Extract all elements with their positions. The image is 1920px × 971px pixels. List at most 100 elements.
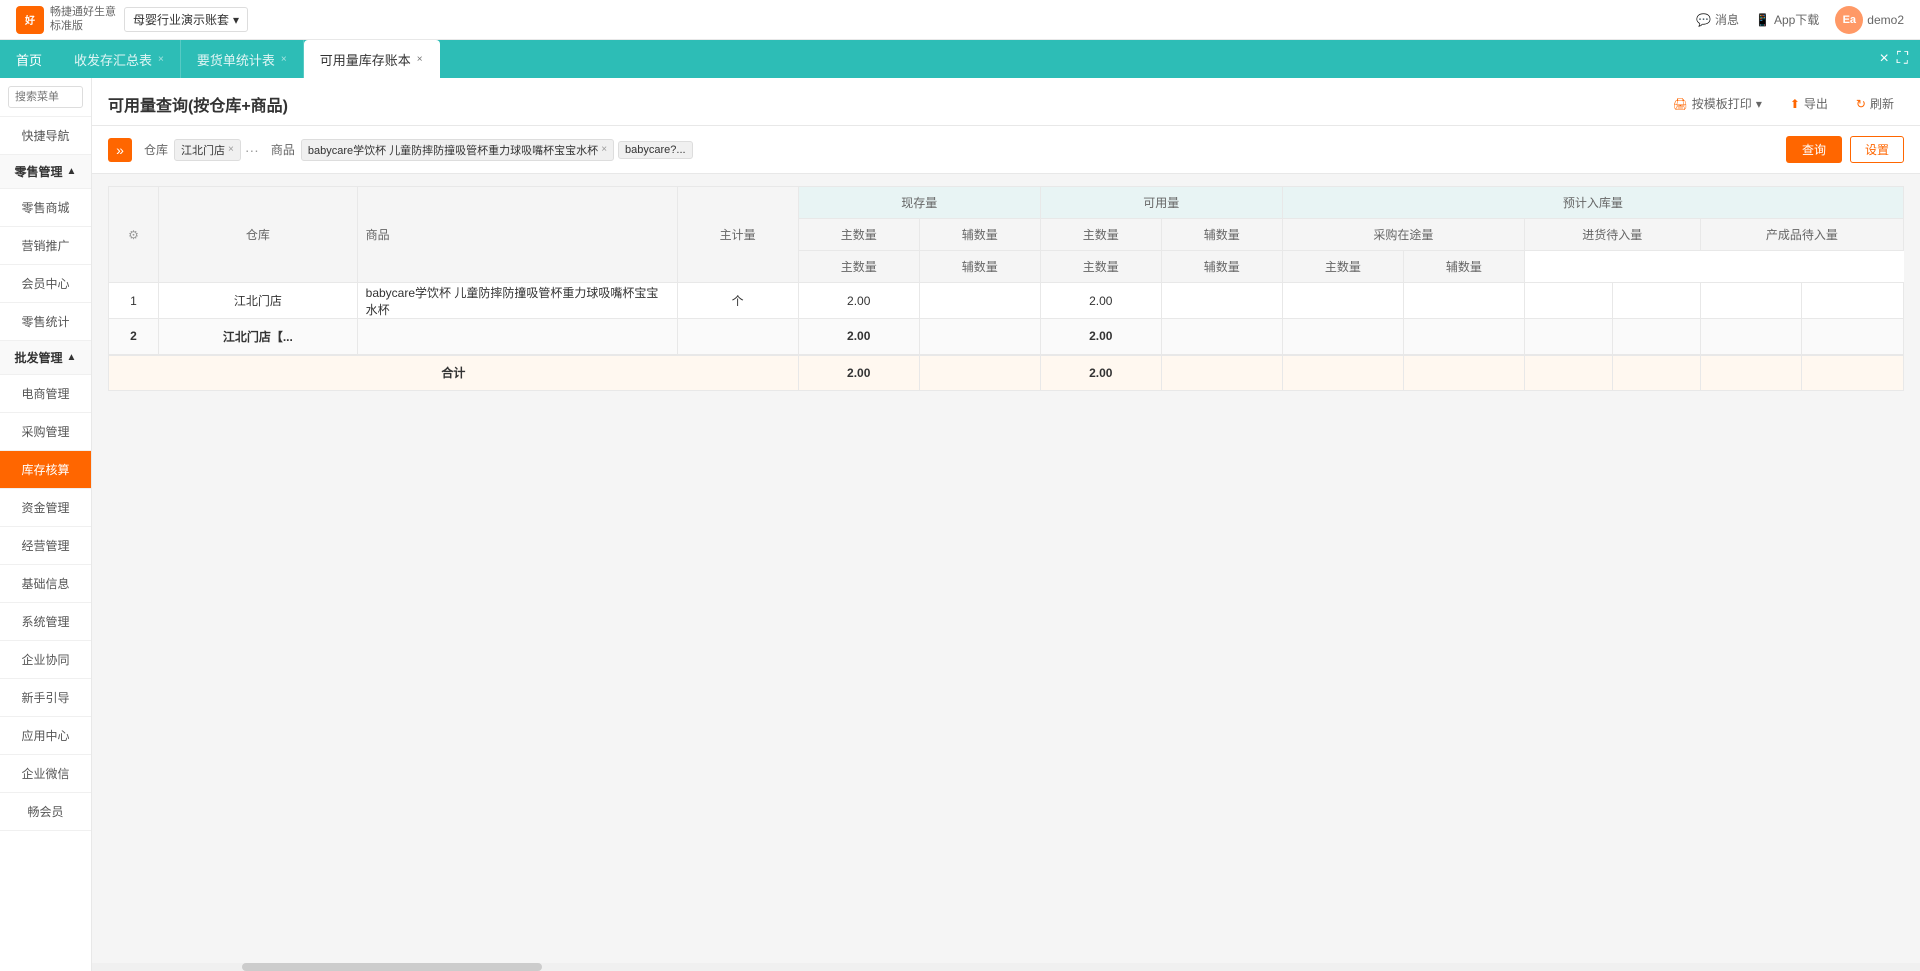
col-header-settings[interactable]: ⚙ (109, 187, 159, 283)
cell-stock-main: 2.00 (798, 319, 919, 355)
close-window-button[interactable]: × (1879, 50, 1888, 68)
cell-goods-in-aux (1612, 283, 1700, 319)
close-tab-summary[interactable]: × (158, 54, 164, 65)
cell-goods-in-aux (1612, 319, 1700, 355)
expand-filter-button[interactable]: » (108, 138, 132, 162)
footer-label: 合计 (109, 355, 799, 391)
scrollbar-thumb[interactable] (242, 963, 542, 971)
query-button[interactable]: 查询 (1786, 136, 1842, 163)
message-icon: 💬 (1696, 13, 1711, 27)
close-tab-order-stats[interactable]: × (281, 54, 287, 65)
col-header-unit: 主计量 (677, 187, 798, 283)
print-icon: 🖨 (1673, 97, 1688, 111)
footer-goods-in-aux (1612, 355, 1700, 391)
table-row: 1 江北门店 babycare学饮杯 儿童防摔防撞吸管杯重力球吸嘴杯宝宝水杯 个… (109, 283, 1904, 319)
logo-text: 畅捷通好生意 标准版 (50, 6, 116, 32)
arrow-icon: ▲ (67, 166, 77, 177)
cell-product (357, 319, 677, 355)
top-bar: 好 畅捷通好生意 标准版 母婴行业演示账套 ▾ 💬 消息 📱 App下载 Ea … (0, 0, 1920, 40)
cell-purchase-transit-aux (1403, 283, 1524, 319)
sidebar-item-app-center[interactable]: 应用中心 (0, 717, 91, 755)
product-filter-group: 商品 babycare学饮杯 儿童防摔防撞吸管杯重力球吸嘴杯宝宝水杯 × bab… (271, 139, 693, 161)
cell-warehouse: 江北门店 (159, 283, 358, 319)
sidebar-item-member[interactable]: 会员中心 (0, 265, 91, 303)
nav-right-actions: × ⛶ (1879, 50, 1920, 68)
tab-available-stock[interactable]: 可用量库存账本 × (304, 40, 440, 78)
horizontal-scrollbar[interactable] (92, 963, 1920, 971)
sidebar: 快捷导航 零售管理 ▲ 零售商城 营销推广 会员中心 零售统计 批发管理 ▲ 电… (0, 78, 92, 971)
arrow-icon2: ▲ (67, 352, 77, 363)
product-tag-babycare2[interactable]: babycare?... (618, 141, 693, 159)
sidebar-item-wholesale-mgmt[interactable]: 批发管理 ▲ (0, 341, 91, 375)
remove-product-tag[interactable]: × (601, 144, 607, 155)
sidebar-item-basic-info[interactable]: 基础信息 (0, 565, 91, 603)
footer-produced-main (1700, 355, 1802, 391)
warehouse-filter-group: 仓库 江北门店 × ··· (144, 139, 259, 161)
sidebar-item-retail-shop[interactable]: 零售商城 (0, 189, 91, 227)
col-group-produced: 产成品待入量 (1700, 219, 1903, 251)
chevron-down-icon2: ▾ (1756, 97, 1762, 111)
refresh-icon: ↻ (1856, 97, 1866, 111)
cell-purchase-transit-main (1282, 319, 1403, 355)
search-input[interactable] (8, 86, 83, 108)
footer-stock-main: 2.00 (798, 355, 919, 391)
col-stock-main: 主数量 (798, 219, 919, 251)
refresh-button[interactable]: ↻ 刷新 (1846, 90, 1904, 117)
cell-purchase-transit-aux (1403, 319, 1524, 355)
cell-goods-in-main (1524, 319, 1612, 355)
sidebar-item-purchase[interactable]: 采购管理 (0, 413, 91, 451)
sidebar-item-finance[interactable]: 资金管理 (0, 489, 91, 527)
message-button[interactable]: 💬 消息 (1696, 11, 1739, 28)
col-produced-aux: 辅数量 (1403, 251, 1524, 283)
col-group-planned: 预计入库量 (1282, 187, 1903, 219)
footer-available-aux (1161, 355, 1282, 391)
tab-home[interactable]: 首页 (0, 40, 58, 78)
sidebar-search-container (0, 78, 91, 117)
export-button[interactable]: ⬆ 导出 (1780, 90, 1838, 117)
col-group-stock: 现存量 (798, 187, 1040, 219)
footer-produced-aux (1802, 355, 1904, 391)
sidebar-item-enterprise-wechat[interactable]: 企业微信 (0, 755, 91, 793)
col-group-goods-in: 进货待入量 (1524, 219, 1700, 251)
top-bar-right: 💬 消息 📱 App下载 Ea demo2 (1696, 6, 1904, 34)
print-button[interactable]: 🖨 按模板打印 ▾ (1663, 90, 1772, 117)
sidebar-item-quick-nav[interactable]: 快捷导航 (0, 117, 91, 155)
tab-summary[interactable]: 收发存汇总表 × (58, 40, 181, 78)
warehouse-tag-jiangbei[interactable]: 江北门店 × (174, 139, 241, 161)
sidebar-item-ecommerce[interactable]: 电商管理 (0, 375, 91, 413)
product-tag-babycare[interactable]: babycare学饮杯 儿童防摔防撞吸管杯重力球吸嘴杯宝宝水杯 × (301, 139, 614, 161)
col-stock-aux: 辅数量 (919, 219, 1040, 251)
top-bar-left: 好 畅捷通好生意 标准版 母婴行业演示账套 ▾ (16, 6, 248, 34)
footer-available-main: 2.00 (1040, 355, 1161, 391)
footer-stock-aux (919, 355, 1040, 391)
account-selector[interactable]: 母婴行业演示账套 ▾ (124, 7, 248, 32)
cell-no: 1 (109, 283, 159, 319)
col-goods-in-aux: 辅数量 (1161, 251, 1282, 283)
sidebar-item-marketing[interactable]: 营销推广 (0, 227, 91, 265)
sidebar-item-system[interactable]: 系统管理 (0, 603, 91, 641)
cell-stock-aux (919, 283, 1040, 319)
fullscreen-button[interactable]: ⛶ (1897, 50, 1908, 68)
col-group-purchase-transit: 采购在途量 (1282, 219, 1524, 251)
sidebar-item-inventory[interactable]: 库存核算 (0, 451, 91, 489)
sidebar-item-operations[interactable]: 经营管理 (0, 527, 91, 565)
settings-button[interactable]: 设置 (1850, 136, 1904, 163)
sidebar-item-new-guide[interactable]: 新手引导 (0, 679, 91, 717)
cell-unit: 个 (677, 283, 798, 319)
warehouse-filter-more[interactable]: ··· (245, 142, 259, 158)
user-profile[interactable]: Ea demo2 (1835, 6, 1904, 34)
tab-order-stats[interactable]: 要货单统计表 × (181, 40, 304, 78)
col-available-main: 主数量 (1040, 219, 1161, 251)
sidebar-item-member2[interactable]: 畅会员 (0, 793, 91, 831)
close-tab-available-stock[interactable]: × (417, 54, 423, 65)
download-icon: 📱 (1755, 13, 1770, 27)
cell-produced-main (1700, 283, 1802, 319)
sidebar-item-retail-mgmt[interactable]: 零售管理 ▲ (0, 155, 91, 189)
sidebar-item-enterprise[interactable]: 企业协同 (0, 641, 91, 679)
table-row: 2 江北门店【... 2.00 2.00 (109, 319, 1904, 355)
table-settings-icon[interactable]: ⚙ (128, 228, 139, 242)
cell-product: babycare学饮杯 儿童防摔防撞吸管杯重力球吸嘴杯宝宝水杯 (357, 283, 677, 319)
app-download-button[interactable]: 📱 App下载 (1755, 11, 1819, 28)
sidebar-item-retail-stats[interactable]: 零售统计 (0, 303, 91, 341)
remove-warehouse-tag[interactable]: × (228, 144, 234, 155)
